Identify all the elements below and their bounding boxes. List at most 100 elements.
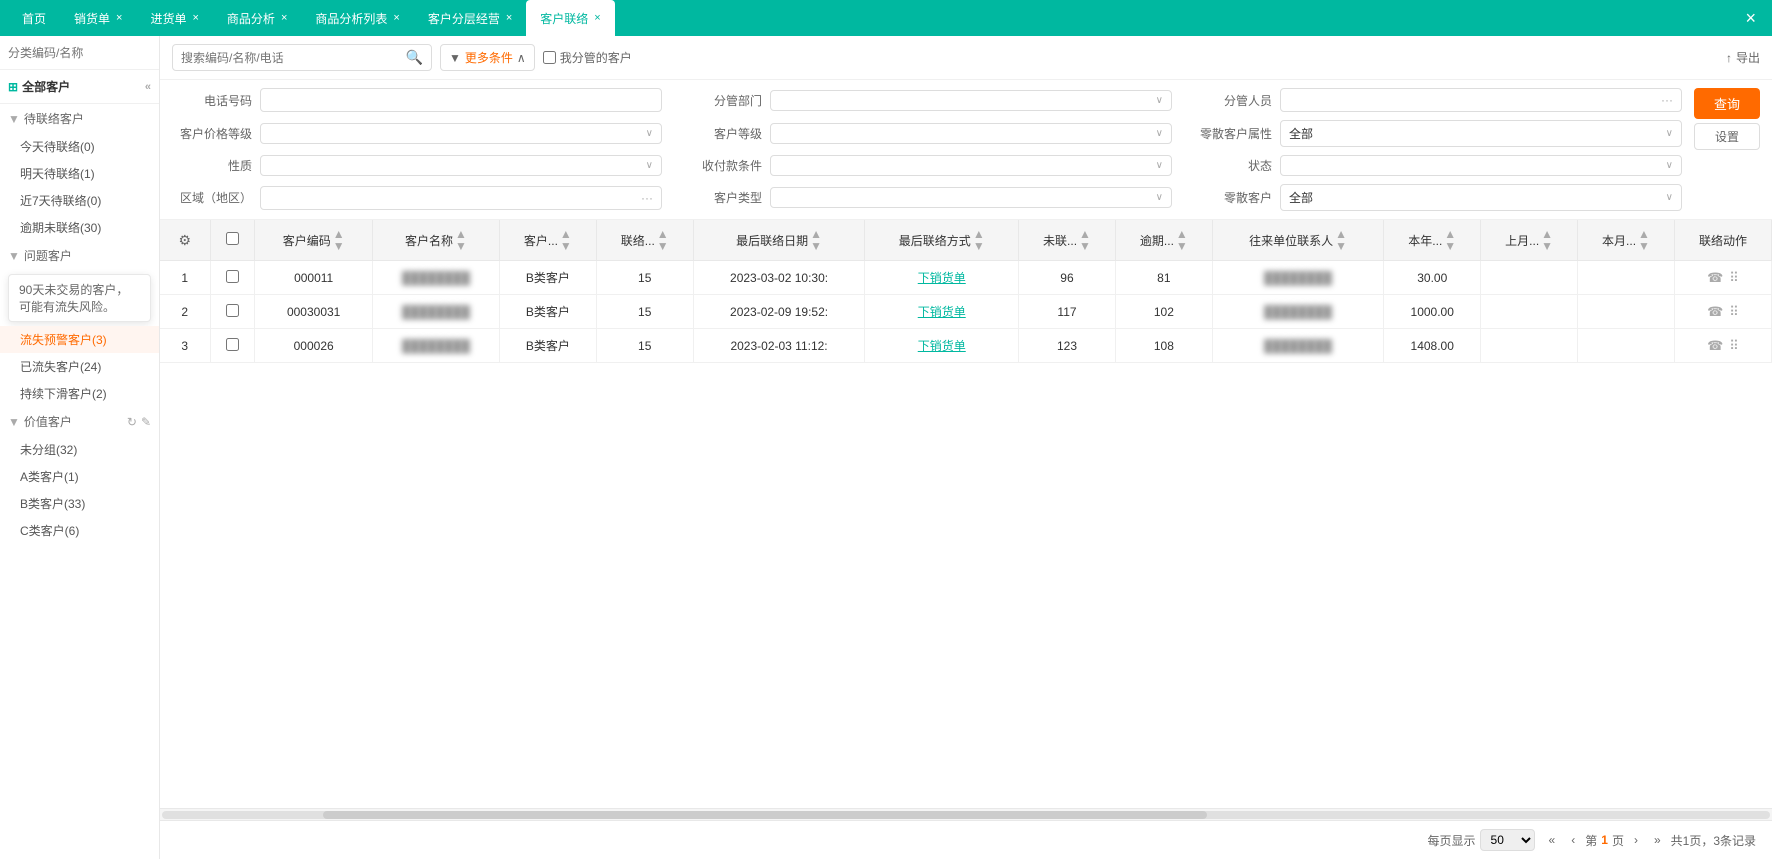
sort-this-year[interactable]: 本年... ▲▼: [1408, 228, 1456, 252]
close-tab-purchase-order[interactable]: ×: [192, 12, 198, 24]
sidebar-item-churn-warning[interactable]: 流失预警客户(3): [0, 326, 159, 353]
manager-more-icon[interactable]: ···: [1661, 93, 1673, 107]
search-input[interactable]: [181, 51, 406, 65]
sort-customer-name[interactable]: 客户名称 ▲▼: [405, 228, 467, 252]
retail-attr-select[interactable]: 全部 ∨: [1280, 120, 1682, 147]
sidebar-item-churned[interactable]: 已流失客户(24): [0, 353, 159, 380]
sidebar-search-bar: 🔍: [0, 36, 159, 70]
filter-row-2: 客户价格等级 ∨ 客户等级 ∨: [172, 120, 1682, 147]
close-tab-customer-tier[interactable]: ×: [506, 12, 512, 24]
page-size-select[interactable]: 50 100 200: [1480, 829, 1535, 851]
scrollbar-thumb[interactable]: [323, 811, 1207, 819]
more-actions-icon[interactable]: ⠿: [1729, 338, 1739, 354]
problem-customer-tooltip: 90天未交易的客户，可能有流失风险。: [8, 274, 151, 322]
nature-select[interactable]: ∨: [260, 155, 662, 176]
sidebar-item-c-class[interactable]: C类客户(6): [0, 517, 159, 544]
refresh-icon[interactable]: ↻: [127, 415, 137, 429]
close-tab-product-list[interactable]: ×: [393, 12, 399, 24]
tab-customer-tier[interactable]: 客户分层经营 ×: [414, 0, 526, 36]
edit-icon[interactable]: ✎: [141, 415, 151, 429]
page-size-control: 每页显示 50 100 200: [1428, 829, 1535, 851]
sidebar-item-declining[interactable]: 持续下滑客户(2): [0, 380, 159, 407]
cell-contact-person: ████████: [1212, 295, 1384, 329]
dept-select[interactable]: ∨: [770, 90, 1172, 111]
last-page-button[interactable]: »: [1648, 831, 1667, 849]
sort-overdue[interactable]: 逾期... ▲▼: [1140, 228, 1188, 252]
page-size-label: 每页显示: [1428, 832, 1476, 849]
sort-customer-type[interactable]: 客户... ▲▼: [524, 228, 572, 252]
table-row: 1 000011 ████████ B类客户 15 2023-03-02 10:…: [160, 261, 1772, 295]
dept-arrow-icon: ∨: [1156, 95, 1163, 106]
phone-input[interactable]: [260, 88, 662, 112]
region-more-icon[interactable]: ···: [641, 191, 653, 205]
price-level-select[interactable]: ∨: [260, 123, 662, 144]
sidebar-item-ungrouped[interactable]: 未分组(32): [0, 436, 159, 463]
retail-select[interactable]: 全部 ∨: [1280, 184, 1682, 211]
tab-purchase-order[interactable]: 进货单 ×: [136, 0, 212, 36]
my-customers-filter[interactable]: 我分管的客户: [543, 49, 632, 66]
first-page-button[interactable]: «: [1543, 831, 1562, 849]
contact-icon[interactable]: ☎: [1707, 338, 1723, 354]
next-page-button[interactable]: ›: [1628, 831, 1644, 849]
close-all-tabs[interactable]: ×: [1737, 8, 1764, 29]
contact-icon[interactable]: ☎: [1707, 304, 1723, 320]
sort-customer-code[interactable]: 客户编码 ▲▼: [283, 228, 345, 252]
row-checkbox-0[interactable]: [226, 270, 239, 283]
filter-manager: 分管人员 ···: [1192, 88, 1682, 112]
sidebar-item-overdue-contact[interactable]: 逾期未联络(30): [0, 214, 159, 241]
more-actions-icon[interactable]: ⠿: [1729, 304, 1739, 320]
sort-last-date[interactable]: 最后联络日期 ▲▼: [736, 228, 822, 252]
sidebar-search-input[interactable]: [8, 46, 160, 60]
tab-sales-order[interactable]: 销货单 ×: [60, 0, 136, 36]
collapse-icon[interactable]: «: [145, 81, 151, 93]
customer-level-select[interactable]: ∨: [770, 123, 1172, 144]
more-actions-icon[interactable]: ⠿: [1729, 270, 1739, 286]
settings-button[interactable]: 设置: [1694, 123, 1760, 150]
sort-last-month[interactable]: 上月... ▲▼: [1505, 228, 1553, 252]
table-body: 1 000011 ████████ B类客户 15 2023-03-02 10:…: [160, 261, 1772, 363]
cell-last-date: 2023-02-03 11:12:: [693, 329, 865, 363]
query-button[interactable]: 查询: [1694, 88, 1760, 119]
group-problem-customers[interactable]: ▼ 问题客户: [0, 241, 159, 270]
payment-select[interactable]: ∨: [770, 155, 1172, 176]
sort-this-month[interactable]: 本月... ▲▼: [1602, 228, 1650, 252]
contact-icon[interactable]: ☎: [1707, 270, 1723, 286]
customer-type-select[interactable]: ∨: [770, 187, 1172, 208]
tab-product-analysis[interactable]: 商品分析 ×: [213, 0, 301, 36]
sidebar-item-tomorrow-pending[interactable]: 明天待联络(1): [0, 160, 159, 187]
prev-page-button[interactable]: ‹: [1565, 831, 1581, 849]
region-select[interactable]: ···: [260, 186, 662, 210]
search-submit-icon[interactable]: 🔍: [406, 49, 423, 66]
sort-last-method[interactable]: 最后联络方式 ▲▼: [899, 228, 985, 252]
sidebar-item-7days-pending[interactable]: 近7天待联络(0): [0, 187, 159, 214]
sidebar-item-b-class[interactable]: B类客户(33): [0, 490, 159, 517]
customer-level-arrow: ∨: [1156, 128, 1163, 139]
horizontal-scrollbar[interactable]: [160, 808, 1772, 820]
sort-contact-person[interactable]: 往来单位联系人 ▲▼: [1249, 228, 1347, 252]
row-checkbox-2[interactable]: [226, 338, 239, 351]
filter-icon: ▼: [449, 51, 461, 65]
select-all-checkbox[interactable]: [226, 232, 239, 245]
tab-customer-contact[interactable]: 客户联络 ×: [526, 0, 614, 36]
cell-contact-count: 15: [596, 261, 693, 295]
tab-home[interactable]: 首页: [8, 0, 60, 36]
sort-contact-count[interactable]: 联络... ▲▼: [621, 228, 669, 252]
export-button[interactable]: ↑ 导出: [1726, 49, 1760, 66]
my-customers-checkbox[interactable]: [543, 51, 556, 64]
table-settings-icon[interactable]: ⚙: [178, 232, 191, 248]
group-value-customers[interactable]: ▼ 价值客户 ↻ ✎: [0, 407, 159, 436]
filter-status: 状态 ∨: [1192, 155, 1682, 176]
sort-uncontacted[interactable]: 未联... ▲▼: [1043, 228, 1091, 252]
tab-product-analysis-list[interactable]: 商品分析列表 ×: [301, 0, 413, 36]
close-tab-sales-order[interactable]: ×: [116, 12, 122, 24]
sidebar-all-customers[interactable]: ⊞ 全部客户 «: [0, 70, 159, 104]
close-tab-customer-contact[interactable]: ×: [594, 12, 600, 24]
sidebar-item-a-class[interactable]: A类客户(1): [0, 463, 159, 490]
status-select[interactable]: ∨: [1280, 155, 1682, 176]
manager-select[interactable]: ···: [1280, 88, 1682, 112]
row-checkbox-1[interactable]: [226, 304, 239, 317]
more-filter-button[interactable]: ▼ 更多条件 ∧: [440, 44, 535, 71]
group-pending-contact[interactable]: ▼ 待联络客户: [0, 104, 159, 133]
sidebar-item-today-pending[interactable]: 今天待联络(0): [0, 133, 159, 160]
close-tab-product-analysis[interactable]: ×: [281, 12, 287, 24]
